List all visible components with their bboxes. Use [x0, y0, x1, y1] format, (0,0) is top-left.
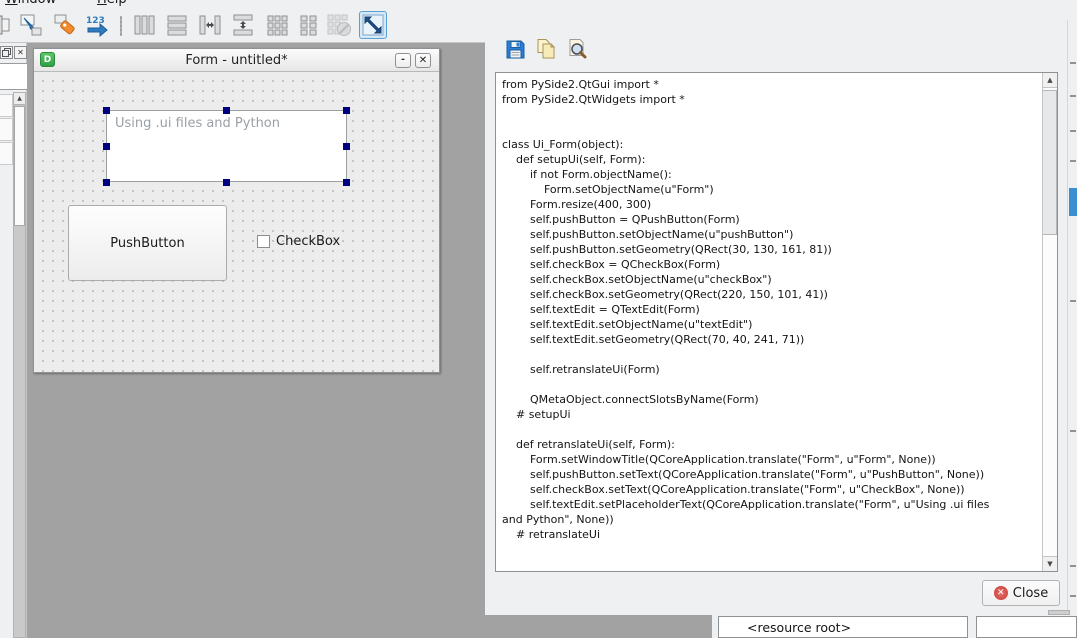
dock-float-button[interactable] [0, 46, 13, 59]
resource-browser-dock: <resource root> [712, 610, 1077, 638]
selection-handle-bottom-center[interactable] [223, 179, 230, 186]
widget-box-category-row[interactable] [0, 94, 13, 117]
scroll-up-icon[interactable]: ▲ [14, 93, 25, 105]
menu-help[interactable]: Help [97, 0, 127, 7]
widget-box-category-row[interactable] [0, 142, 13, 165]
layout-vertical-splitter-icon[interactable] [229, 11, 257, 39]
code-preview-dialog: from PySide2.QtGui import * from PySide2… [485, 20, 1067, 615]
edge-tick [1070, 595, 1076, 597]
edit-widgets-icon[interactable] [0, 11, 14, 39]
generated-code-view[interactable]: from PySide2.QtGui import * from PySide2… [495, 72, 1058, 572]
edge-tick [1070, 300, 1076, 302]
textedit-widget[interactable]: Using .ui files and Python [106, 110, 347, 182]
checkbox-label: CheckBox [276, 234, 340, 249]
edge-tick [1070, 160, 1076, 162]
code-scrollbar[interactable]: ▲ ▼ [1042, 73, 1057, 571]
close-red-icon: ✕ [994, 586, 1008, 600]
save-icon [505, 39, 526, 60]
edge-tick [1070, 130, 1076, 132]
designer-form-icon: D [40, 52, 55, 67]
dock-close-button[interactable]: ✕ [14, 46, 27, 59]
find-button[interactable] [564, 36, 590, 62]
resource-detail-panel [976, 616, 1077, 638]
layout-vertically-icon[interactable] [163, 11, 191, 39]
edit-buddies-icon[interactable] [51, 11, 79, 39]
form-close-button[interactable]: ✕ [415, 53, 431, 68]
widget-box-dock: ✕ ▲ [0, 43, 27, 638]
resource-root-item[interactable]: <resource root> [747, 620, 851, 635]
form-window-titlebar[interactable]: D Form - untitled* - ✕ [34, 49, 439, 72]
textedit-placeholder: Using .ui files and Python [115, 116, 280, 131]
form-canvas[interactable]: Using .ui files and Python PushButton Ch… [34, 72, 439, 372]
layout-form-icon[interactable] [295, 11, 323, 39]
selection-handle-bottom-left[interactable] [103, 179, 110, 186]
copy-icon [535, 38, 557, 60]
menubar: Window Help [0, 0, 1077, 8]
edge-tick [1070, 62, 1076, 64]
widget-box-category-row[interactable] [0, 118, 13, 141]
pushbutton-widget[interactable]: PushButton [68, 205, 227, 281]
edge-tick [1070, 565, 1076, 567]
widget-box-scrollbar-thumb[interactable] [14, 106, 25, 226]
scroll-up-icon[interactable]: ▲ [1043, 73, 1057, 88]
menu-window[interactable]: Window [5, 0, 56, 7]
form-window-title: Form - untitled* [34, 53, 439, 68]
close-icon: ✕ [17, 48, 24, 57]
copy-button[interactable] [533, 36, 559, 62]
find-icon [566, 38, 588, 60]
resource-tree-panel: <resource root> [718, 616, 968, 638]
selection-handle-top-right[interactable] [343, 107, 350, 114]
selection-handle-top-left[interactable] [103, 107, 110, 114]
close-button-label: Close [1013, 586, 1048, 601]
layout-horizontal-splitter-icon[interactable] [196, 11, 224, 39]
selection-handle-top-center[interactable] [223, 107, 230, 114]
layout-grid-icon[interactable] [263, 11, 291, 39]
edit-tab-order-icon[interactable]: 123 [83, 11, 111, 39]
edge-scrollbar-thumb[interactable] [1069, 188, 1077, 216]
restore-icon [2, 48, 11, 57]
form-editor-window: D Form - untitled* - ✕ Using .ui files a… [33, 48, 440, 373]
selection-handle-bottom-right[interactable] [343, 179, 350, 186]
edge-tick [1070, 430, 1076, 432]
svg-text:123: 123 [86, 16, 105, 26]
scroll-down-icon[interactable]: ▼ [1043, 556, 1057, 571]
edge-tick [1070, 95, 1076, 97]
dock-splitter-handle[interactable] [1048, 610, 1070, 615]
save-button[interactable] [502, 36, 528, 62]
selection-handle-mid-right[interactable] [343, 143, 350, 150]
checkbox-indicator[interactable] [257, 235, 270, 248]
widget-box-scrollbar[interactable]: ▲ [13, 92, 26, 638]
checkbox-widget[interactable]: CheckBox [257, 234, 340, 249]
form-minimize-button[interactable]: - [395, 53, 411, 68]
break-layout-icon[interactable] [325, 11, 353, 39]
selection-handle-mid-left[interactable] [103, 143, 110, 150]
right-edge-panel [1067, 20, 1077, 638]
edit-signals-slots-icon[interactable] [17, 11, 45, 39]
close-button[interactable]: ✕ Close [982, 580, 1060, 606]
toolbar-separator [120, 16, 122, 36]
layout-horizontally-icon[interactable] [130, 11, 158, 39]
adjust-size-icon[interactable] [359, 11, 387, 39]
code-scrollbar-thumb[interactable] [1043, 90, 1057, 235]
generated-python-code[interactable]: from PySide2.QtGui import * from PySide2… [502, 77, 1039, 542]
